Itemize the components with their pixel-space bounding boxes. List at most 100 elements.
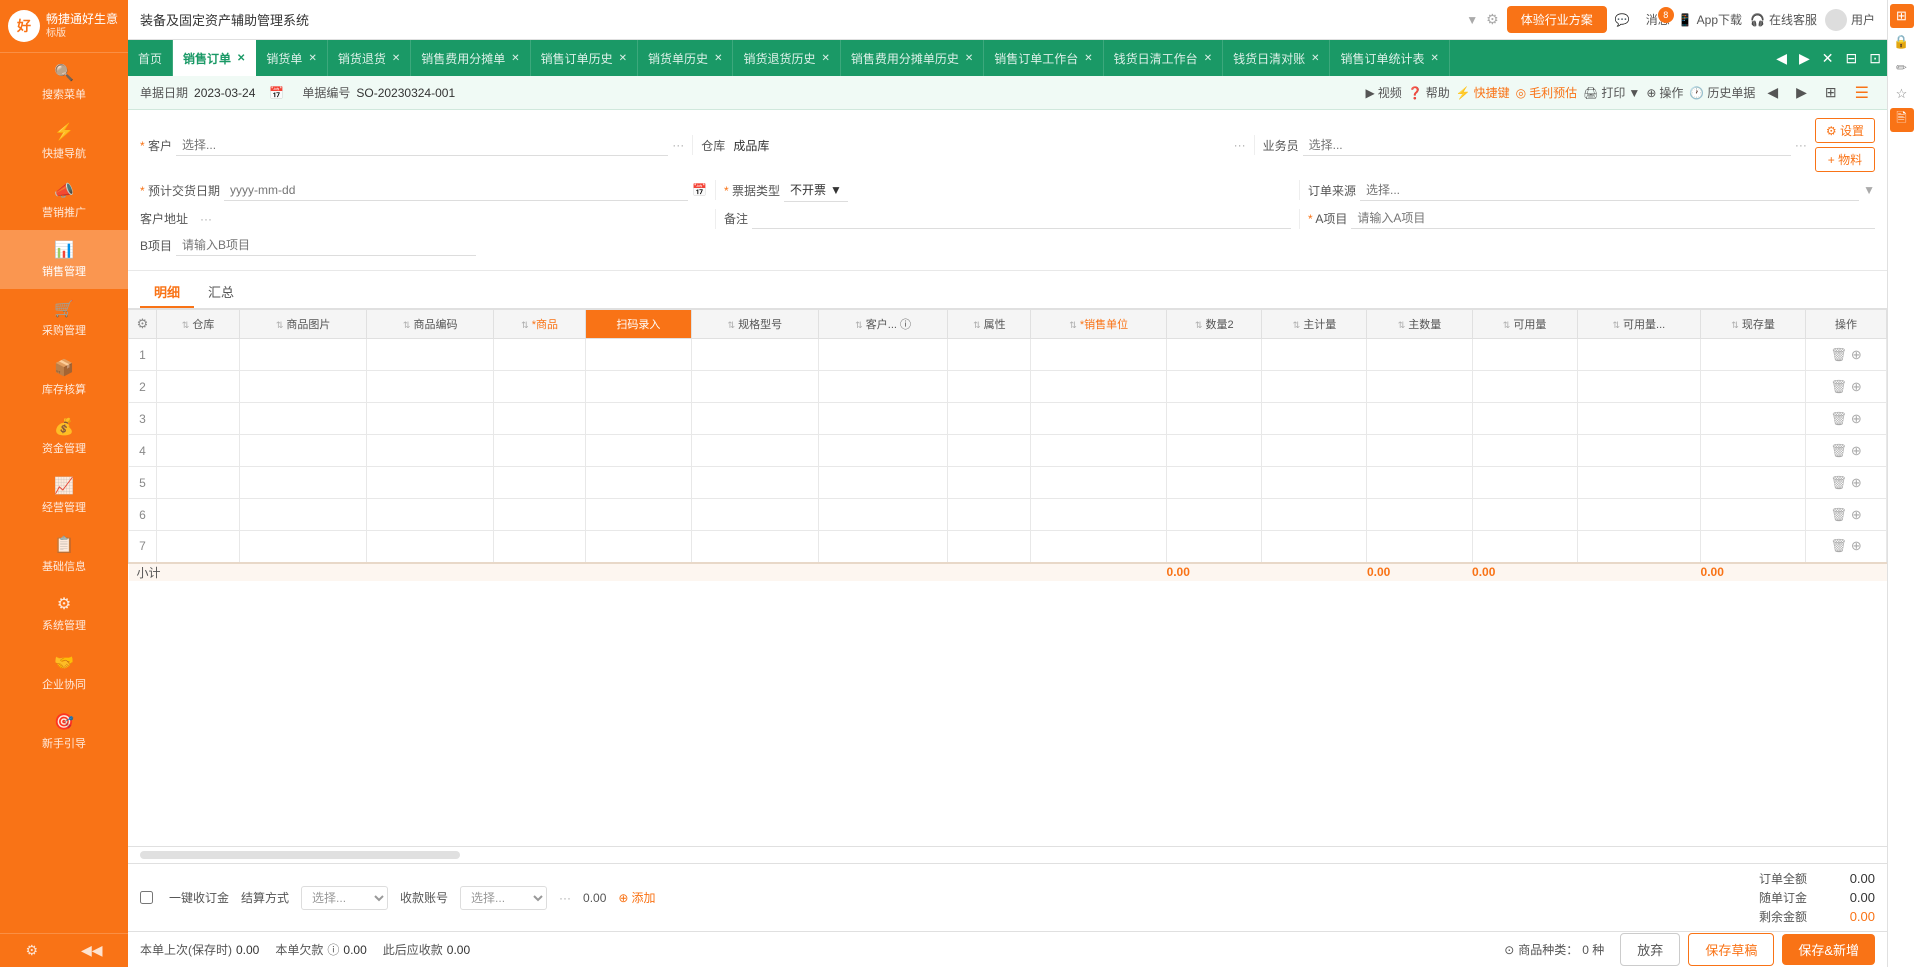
tab-summary[interactable]: 汇总 xyxy=(194,277,248,308)
row-main-unit[interactable] xyxy=(1262,435,1367,467)
row-image[interactable] xyxy=(240,499,367,531)
row-customer-code[interactable] xyxy=(818,435,948,467)
sidebar-item-销售管理[interactable]: 📊 销售管理 xyxy=(0,230,128,289)
payment-method-select[interactable]: 选择... xyxy=(301,886,388,910)
row-code[interactable] xyxy=(367,371,494,403)
row-available2[interactable] xyxy=(1577,371,1700,403)
row-available[interactable] xyxy=(1472,403,1577,435)
row-available2[interactable] xyxy=(1577,403,1700,435)
row-available[interactable] xyxy=(1472,531,1577,563)
row-attr[interactable] xyxy=(948,531,1031,563)
row-copy-icon[interactable]: ⊕ xyxy=(1851,379,1862,395)
tab-close-12[interactable]: ✕ xyxy=(1431,53,1439,64)
tab-close-6[interactable]: ✕ xyxy=(714,53,722,64)
customer-dots-btn[interactable]: ··· xyxy=(672,138,684,152)
add-material-button[interactable]: + 物料 xyxy=(1815,147,1875,172)
row-stock[interactable] xyxy=(1701,467,1806,499)
tab-close-11[interactable]: ✕ xyxy=(1311,53,1319,64)
tab-close-10[interactable]: ✕ xyxy=(1204,53,1212,64)
tab-expand-btn[interactable]: ⊡ xyxy=(1863,40,1887,76)
row-delete-icon[interactable]: 🗑 xyxy=(1830,443,1847,459)
row-main-unit[interactable] xyxy=(1262,371,1367,403)
order-source-input[interactable] xyxy=(1360,180,1859,201)
row-attr[interactable] xyxy=(948,371,1031,403)
tab-4[interactable]: 销售费用分摊单✕ xyxy=(411,40,530,76)
sidebar-settings-icon[interactable]: ⚙ xyxy=(25,942,38,959)
sidebar-item-营销推广[interactable]: 📣 营销推广 xyxy=(0,171,128,230)
col-gear[interactable]: ⚙ xyxy=(129,310,157,339)
row-copy-icon[interactable]: ⊕ xyxy=(1851,443,1862,459)
action-prev-btn[interactable]: ◀ xyxy=(1761,84,1784,101)
row-customer-code[interactable] xyxy=(818,499,948,531)
row-attr[interactable] xyxy=(948,339,1031,371)
tab-7[interactable]: 销货退货历史✕ xyxy=(733,40,840,76)
row-sales-unit[interactable] xyxy=(1031,467,1167,499)
row-ops[interactable]: 🗑 ⊕ xyxy=(1806,467,1887,499)
settings-icon[interactable]: ⚙ xyxy=(1486,11,1499,28)
row-scan[interactable] xyxy=(585,339,691,371)
row-qty2[interactable] xyxy=(1167,403,1262,435)
row-image[interactable] xyxy=(240,403,367,435)
invoice-select[interactable]: 不开票 ▼ xyxy=(784,178,848,202)
row-scan[interactable] xyxy=(585,403,691,435)
view-btn[interactable]: ▶ 视频 xyxy=(1365,84,1401,101)
row-product[interactable] xyxy=(494,371,586,403)
row-sales-unit[interactable] xyxy=(1031,371,1167,403)
row-available[interactable] xyxy=(1472,499,1577,531)
row-copy-icon[interactable]: ⊕ xyxy=(1851,507,1862,523)
tab-11[interactable]: 钱货日清对账✕ xyxy=(1223,40,1330,76)
rt-special-btn[interactable]: 🖹 xyxy=(1890,108,1914,132)
row-ops[interactable]: 🗑 ⊕ xyxy=(1806,435,1887,467)
b-project-input[interactable] xyxy=(176,235,476,256)
row-qty2[interactable] xyxy=(1167,499,1262,531)
row-scan[interactable] xyxy=(585,467,691,499)
row-warehouse[interactable] xyxy=(157,467,240,499)
row-qty2[interactable] xyxy=(1167,531,1262,563)
tab-close-all-btn[interactable]: ✕ xyxy=(1816,40,1840,76)
staff-dots-btn[interactable]: ··· xyxy=(1795,138,1807,152)
tab-close-5[interactable]: ✕ xyxy=(619,53,627,64)
row-code[interactable] xyxy=(367,435,494,467)
tab-menu-btn[interactable]: ⊟ xyxy=(1840,40,1864,76)
row-warehouse[interactable] xyxy=(157,499,240,531)
shortcut-btn[interactable]: ⚡ 快捷键 xyxy=(1456,84,1510,101)
row-qty2[interactable] xyxy=(1167,339,1262,371)
row-code[interactable] xyxy=(367,339,494,371)
row-main-unit[interactable] xyxy=(1262,403,1367,435)
row-spec[interactable] xyxy=(691,371,818,403)
row-customer-code[interactable] xyxy=(818,339,948,371)
row-main-qty[interactable] xyxy=(1367,499,1472,531)
row-product[interactable] xyxy=(494,531,586,563)
row-sales-unit[interactable] xyxy=(1031,435,1167,467)
sidebar-item-快捷导航[interactable]: ⚡ 快捷导航 xyxy=(0,112,128,171)
row-available[interactable] xyxy=(1472,339,1577,371)
tab-0[interactable]: 首页 xyxy=(128,40,173,76)
row-sales-unit[interactable] xyxy=(1031,403,1167,435)
tab-2[interactable]: 销货单✕ xyxy=(256,40,327,76)
tab-12[interactable]: 销售订单统计表✕ xyxy=(1330,40,1449,76)
row-sales-unit[interactable] xyxy=(1031,499,1167,531)
sidebar-item-经营管理[interactable]: 📈 经营管理 xyxy=(0,466,128,525)
warehouse-dots-btn[interactable]: ··· xyxy=(1234,138,1246,152)
history-btn[interactable]: 🕐 历史单据 xyxy=(1689,84,1755,101)
row-warehouse[interactable] xyxy=(157,531,240,563)
online-service-btn[interactable]: 🎧 在线客服 xyxy=(1750,11,1817,28)
row-spec[interactable] xyxy=(691,531,818,563)
row-image[interactable] xyxy=(240,435,367,467)
row-stock[interactable] xyxy=(1701,339,1806,371)
dropdown-arrow-icon[interactable]: ▼ xyxy=(1466,13,1478,27)
row-main-unit[interactable] xyxy=(1262,499,1367,531)
tab-close-9[interactable]: ✕ xyxy=(1084,53,1092,64)
row-available2[interactable] xyxy=(1577,435,1700,467)
one-click-checkbox[interactable] xyxy=(140,891,153,904)
row-warehouse[interactable] xyxy=(157,371,240,403)
row-main-qty[interactable] xyxy=(1367,531,1472,563)
row-attr[interactable] xyxy=(948,403,1031,435)
row-customer-code[interactable] xyxy=(818,467,948,499)
tab-detail[interactable]: 明细 xyxy=(140,277,194,308)
row-ops[interactable]: 🗑 ⊕ xyxy=(1806,339,1887,371)
row-available2[interactable] xyxy=(1577,531,1700,563)
row-sales-unit[interactable] xyxy=(1031,339,1167,371)
row-main-unit[interactable] xyxy=(1262,339,1367,371)
discard-button[interactable]: 放弃 xyxy=(1620,933,1680,966)
